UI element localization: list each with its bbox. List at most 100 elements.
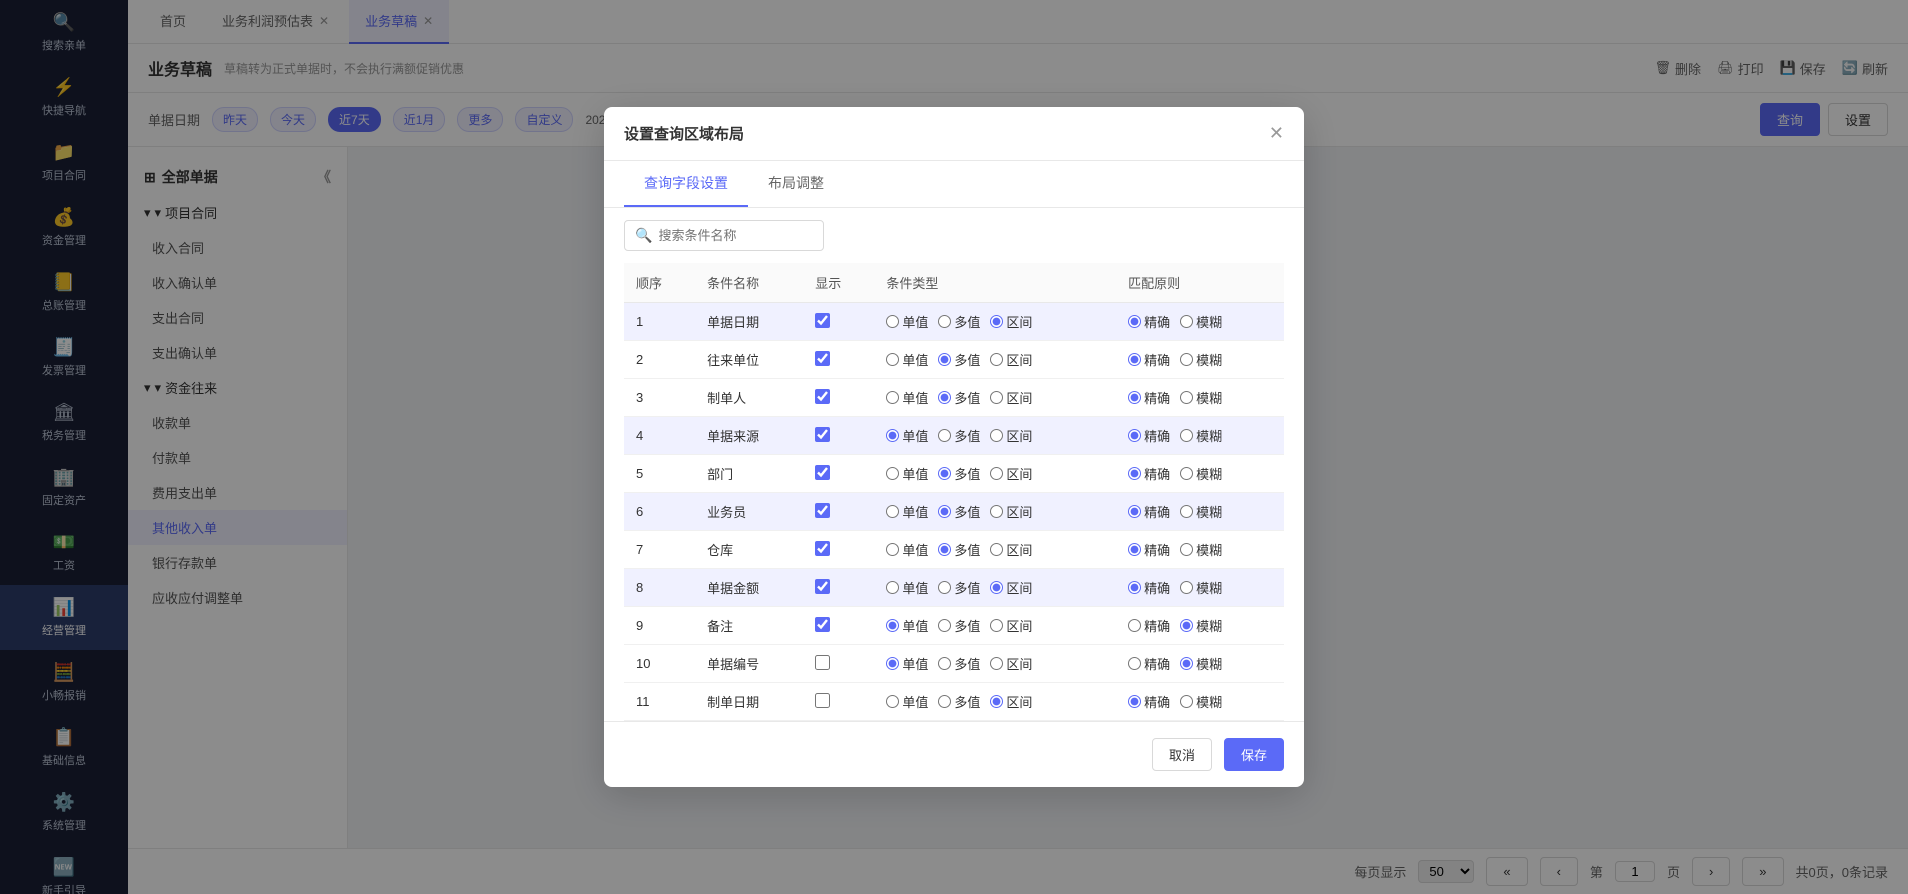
checkbox-5[interactable]: [815, 503, 830, 518]
radio-type-单值-9[interactable]: [886, 657, 899, 670]
checkbox-8[interactable]: [815, 617, 830, 632]
radio-type-区间-2[interactable]: [990, 391, 1003, 404]
row-6-match[interactable]: 精确模糊: [1116, 531, 1284, 569]
radio-type-单值-0[interactable]: [886, 315, 899, 328]
radio-type-单值-5[interactable]: [886, 505, 899, 518]
row-9-checked[interactable]: [803, 645, 874, 683]
radio-match-模糊-7[interactable]: [1180, 581, 1193, 594]
search-input[interactable]: [658, 228, 813, 243]
row-9-match[interactable]: 精确模糊: [1116, 645, 1284, 683]
row-3-checked[interactable]: [803, 417, 874, 455]
row-1-checked[interactable]: [803, 341, 874, 379]
radio-match-模糊-2[interactable]: [1180, 391, 1193, 404]
row-3-type[interactable]: 单值多值区间: [874, 417, 1116, 455]
checkbox-7[interactable]: [815, 579, 830, 594]
radio-match-精确-3[interactable]: [1128, 429, 1141, 442]
row-8-match[interactable]: 精确模糊: [1116, 607, 1284, 645]
radio-type-区间-9[interactable]: [990, 657, 1003, 670]
close-icon[interactable]: ✕: [1269, 123, 1284, 144]
radio-type-多值-7[interactable]: [938, 581, 951, 594]
radio-match-精确-8[interactable]: [1128, 619, 1141, 632]
checkbox-9[interactable]: [815, 655, 830, 670]
radio-type-区间-3[interactable]: [990, 429, 1003, 442]
radio-type-区间-7[interactable]: [990, 581, 1003, 594]
radio-type-单值-10[interactable]: [886, 695, 899, 708]
row-8-checked[interactable]: [803, 607, 874, 645]
row-10-type[interactable]: 单值多值区间: [874, 683, 1116, 721]
row-9-type[interactable]: 单值多值区间: [874, 645, 1116, 683]
checkbox-6[interactable]: [815, 541, 830, 556]
radio-match-模糊-5[interactable]: [1180, 505, 1193, 518]
radio-type-多值-10[interactable]: [938, 695, 951, 708]
row-4-type[interactable]: 单值多值区间: [874, 455, 1116, 493]
radio-match-精确-9[interactable]: [1128, 657, 1141, 670]
row-7-match[interactable]: 精确模糊: [1116, 569, 1284, 607]
radio-type-多值-4[interactable]: [938, 467, 951, 480]
radio-type-多值-5[interactable]: [938, 505, 951, 518]
row-1-type[interactable]: 单值多值区间: [874, 341, 1116, 379]
modal-tab-query-fields[interactable]: 查询字段设置: [624, 161, 748, 207]
radio-match-精确-6[interactable]: [1128, 543, 1141, 556]
row-0-match[interactable]: 精确模糊: [1116, 303, 1284, 341]
modal-tab-layout[interactable]: 布局调整: [748, 161, 844, 207]
radio-type-单值-1[interactable]: [886, 353, 899, 366]
radio-type-区间-4[interactable]: [990, 467, 1003, 480]
row-5-match[interactable]: 精确模糊: [1116, 493, 1284, 531]
row-5-checked[interactable]: [803, 493, 874, 531]
radio-match-模糊-0[interactable]: [1180, 315, 1193, 328]
modal-overlay[interactable]: 设置查询区域布局 ✕ 查询字段设置布局调整 🔍 顺序条件名称显示条件类型匹配原则…: [0, 0, 1908, 894]
radio-type-区间-1[interactable]: [990, 353, 1003, 366]
radio-match-精确-1[interactable]: [1128, 353, 1141, 366]
radio-type-单值-8[interactable]: [886, 619, 899, 632]
radio-type-多值-9[interactable]: [938, 657, 951, 670]
radio-match-精确-2[interactable]: [1128, 391, 1141, 404]
row-6-type[interactable]: 单值多值区间: [874, 531, 1116, 569]
radio-match-精确-10[interactable]: [1128, 695, 1141, 708]
radio-type-单值-6[interactable]: [886, 543, 899, 556]
radio-match-精确-4[interactable]: [1128, 467, 1141, 480]
row-10-checked[interactable]: [803, 683, 874, 721]
radio-type-单值-7[interactable]: [886, 581, 899, 594]
checkbox-1[interactable]: [815, 351, 830, 366]
save-button[interactable]: 保存: [1224, 738, 1284, 771]
radio-type-区间-8[interactable]: [990, 619, 1003, 632]
row-2-checked[interactable]: [803, 379, 874, 417]
row-4-checked[interactable]: [803, 455, 874, 493]
radio-type-区间-6[interactable]: [990, 543, 1003, 556]
row-5-type[interactable]: 单值多值区间: [874, 493, 1116, 531]
checkbox-2[interactable]: [815, 389, 830, 404]
row-2-type[interactable]: 单值多值区间: [874, 379, 1116, 417]
radio-match-模糊-8[interactable]: [1180, 619, 1193, 632]
checkbox-10[interactable]: [815, 693, 830, 708]
radio-match-模糊-4[interactable]: [1180, 467, 1193, 480]
checkbox-3[interactable]: [815, 427, 830, 442]
radio-match-模糊-9[interactable]: [1180, 657, 1193, 670]
radio-type-多值-6[interactable]: [938, 543, 951, 556]
radio-type-多值-3[interactable]: [938, 429, 951, 442]
radio-type-多值-1[interactable]: [938, 353, 951, 366]
radio-type-区间-0[interactable]: [990, 315, 1003, 328]
row-2-match[interactable]: 精确模糊: [1116, 379, 1284, 417]
radio-type-区间-10[interactable]: [990, 695, 1003, 708]
row-4-match[interactable]: 精确模糊: [1116, 455, 1284, 493]
radio-match-模糊-6[interactable]: [1180, 543, 1193, 556]
radio-match-精确-0[interactable]: [1128, 315, 1141, 328]
row-7-type[interactable]: 单值多值区间: [874, 569, 1116, 607]
cancel-button[interactable]: 取消: [1152, 738, 1212, 771]
radio-type-区间-5[interactable]: [990, 505, 1003, 518]
radio-type-单值-2[interactable]: [886, 391, 899, 404]
radio-type-多值-8[interactable]: [938, 619, 951, 632]
radio-type-单值-3[interactable]: [886, 429, 899, 442]
checkbox-0[interactable]: [815, 313, 830, 328]
radio-type-多值-0[interactable]: [938, 315, 951, 328]
row-3-match[interactable]: 精确模糊: [1116, 417, 1284, 455]
radio-type-多值-2[interactable]: [938, 391, 951, 404]
row-10-match[interactable]: 精确模糊: [1116, 683, 1284, 721]
row-0-checked[interactable]: [803, 303, 874, 341]
row-1-match[interactable]: 精确模糊: [1116, 341, 1284, 379]
checkbox-4[interactable]: [815, 465, 830, 480]
radio-match-模糊-10[interactable]: [1180, 695, 1193, 708]
row-0-type[interactable]: 单值多值区间: [874, 303, 1116, 341]
radio-match-模糊-1[interactable]: [1180, 353, 1193, 366]
row-7-checked[interactable]: [803, 569, 874, 607]
